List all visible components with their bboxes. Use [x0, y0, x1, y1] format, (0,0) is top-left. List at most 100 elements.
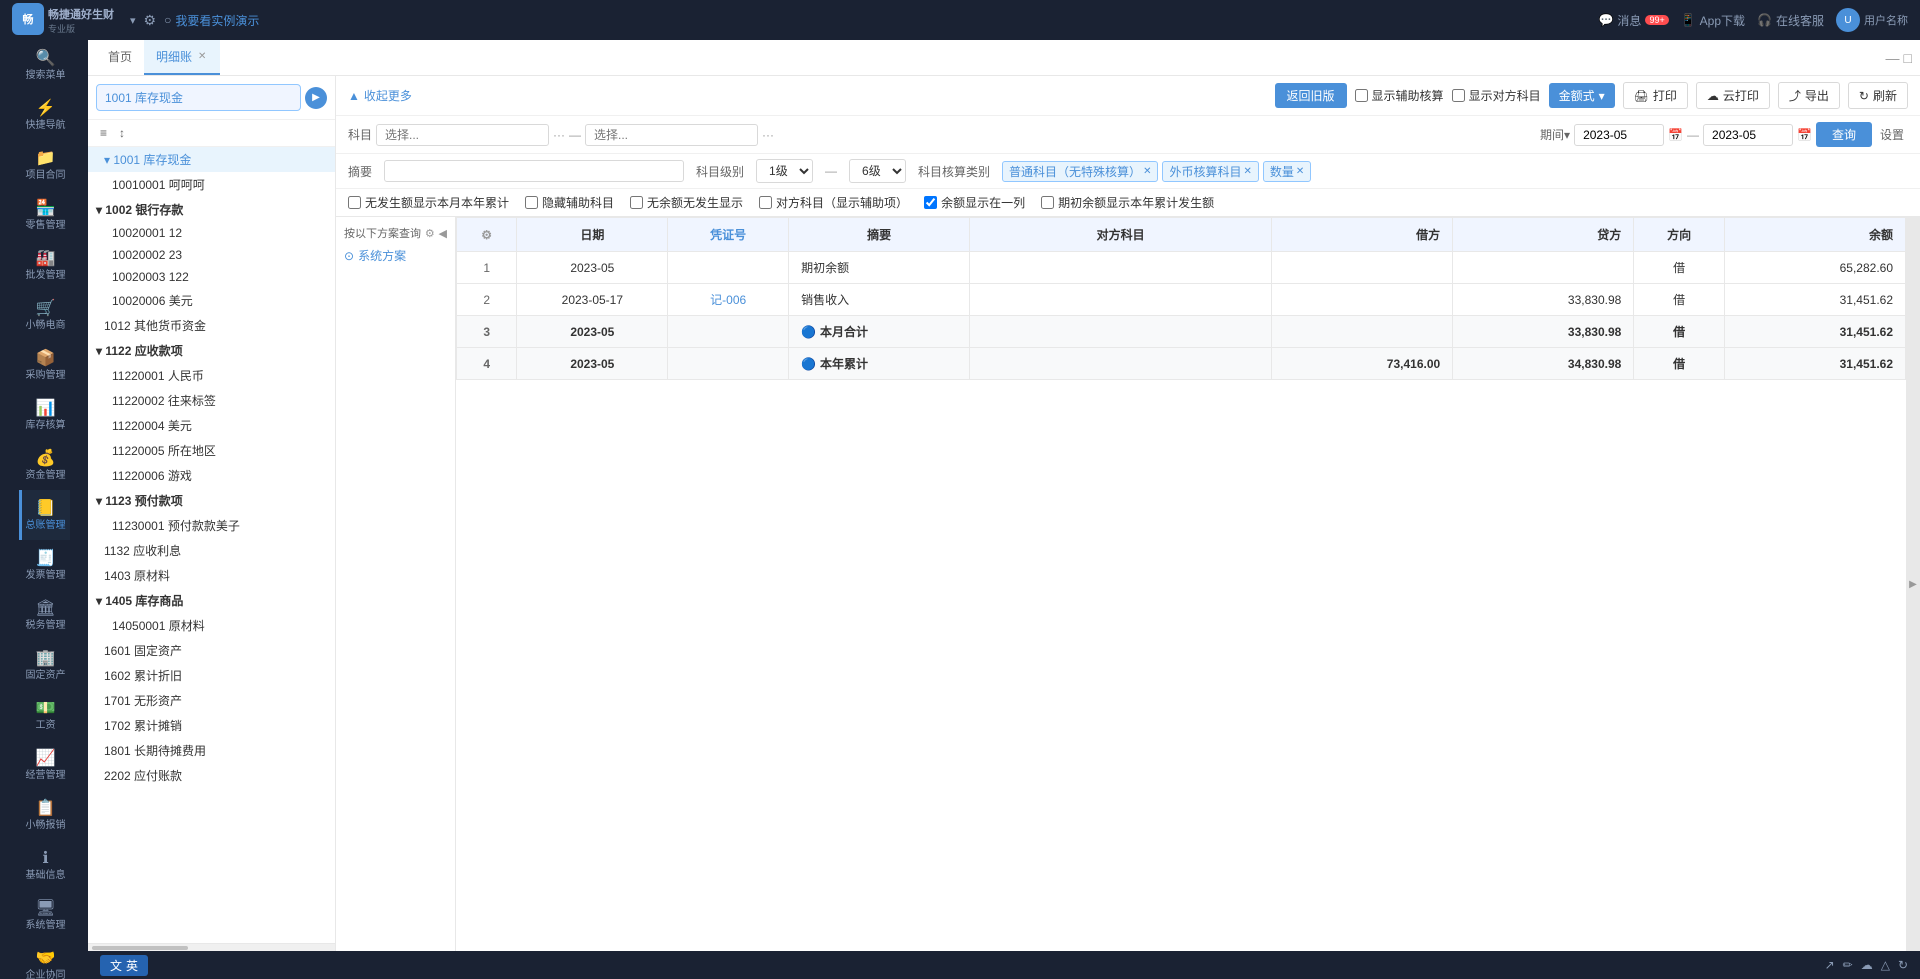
- sidebar-item-assets[interactable]: 🏢 固定资产: [19, 640, 70, 690]
- online-service-btn[interactable]: 🎧 在线客服: [1757, 12, 1824, 29]
- tree-expand-all-btn[interactable]: ≡: [96, 124, 111, 142]
- checkbox-no-amount[interactable]: 无发生额显示本月本年累计: [348, 194, 509, 211]
- show-contra-account-input[interactable]: [1452, 89, 1465, 102]
- app-download-btn[interactable]: 📱 App下载: [1681, 12, 1745, 29]
- account-item-10020006[interactable]: 10020006 美元: [88, 288, 335, 313]
- account-item-11230001[interactable]: 11230001 预付款款美子: [88, 513, 335, 538]
- sidebar-item-basic-info[interactable]: ℹ 基础信息: [19, 840, 70, 890]
- show-aux-account-input[interactable]: [1355, 89, 1368, 102]
- tag-foreign-close[interactable]: ✕: [1243, 166, 1251, 177]
- account-item-10020003[interactable]: 10020003 122: [88, 266, 335, 288]
- checkbox-show-balance-col-input[interactable]: [924, 196, 937, 209]
- status-edit-btn[interactable]: ✏: [1843, 958, 1853, 972]
- status-triangle-btn[interactable]: △: [1881, 958, 1890, 972]
- checkbox-show-period-begin-input[interactable]: [1041, 196, 1054, 209]
- lang-btn[interactable]: 文 英: [100, 955, 148, 976]
- checkbox-show-contra[interactable]: 对方科目（显示辅助项）: [759, 194, 908, 211]
- account-item-1602[interactable]: 1602 累计折旧: [88, 663, 335, 688]
- message-btn[interactable]: 💬 消息 99+: [1598, 12, 1668, 29]
- refresh-btn[interactable]: ↻ 刷新: [1848, 82, 1908, 109]
- account-item-1122[interactable]: ▾ 1122 应收款项: [88, 338, 335, 363]
- query-settings-btn[interactable]: ⚙: [425, 227, 435, 240]
- sidebar-item-tax[interactable]: 🏛 税务管理: [19, 590, 70, 640]
- account-item-1001[interactable]: ▾ 1001 库存现金: [88, 147, 335, 172]
- user-menu[interactable]: U 用户名称: [1836, 8, 1908, 32]
- account-item-1123[interactable]: ▾ 1123 预付款项: [88, 488, 335, 513]
- account-item-1132[interactable]: 1132 应收利息: [88, 538, 335, 563]
- checkbox-hide-aux[interactable]: 隐藏辅助科目: [525, 194, 614, 211]
- company-dropdown[interactable]: ▾: [130, 14, 136, 27]
- header-settings-icon[interactable]: ⚙: [144, 12, 157, 29]
- checkbox-show-period-begin[interactable]: 期初余额显示本年累计发生额: [1041, 194, 1214, 211]
- level-start-select[interactable]: 1级2级3级: [756, 159, 813, 183]
- tab-ledger-close[interactable]: ✕: [196, 49, 208, 64]
- account-item-1601[interactable]: 1601 固定资产: [88, 638, 335, 663]
- account-item-2202[interactable]: 2202 应付账款: [88, 763, 335, 788]
- sidebar-item-operations[interactable]: 📈 经营管理: [19, 740, 70, 790]
- table-settings-icon[interactable]: ⚙: [481, 228, 492, 242]
- right-collapse-btn[interactable]: ▶: [1906, 217, 1920, 951]
- print-btn[interactable]: 🖨 打印: [1623, 82, 1688, 109]
- account-item-11220002[interactable]: 11220002 往来标签: [88, 388, 335, 413]
- checkbox-no-amount-input[interactable]: [348, 196, 361, 209]
- checkbox-no-balance[interactable]: 无余额无发生显示: [630, 194, 743, 211]
- account-item-11220001[interactable]: 11220001 人民币: [88, 363, 335, 388]
- tab-minimize-btn[interactable]: —: [1886, 50, 1900, 66]
- sidebar-item-cooperation[interactable]: 🤝 企业协同: [19, 940, 70, 979]
- status-cloud-btn[interactable]: ☁: [1861, 958, 1873, 972]
- sidebar-item-quick-nav[interactable]: ⚡ 快捷导航: [19, 90, 70, 140]
- tag-normal-close[interactable]: ✕: [1143, 166, 1151, 177]
- sidebar-item-ecommerce[interactable]: 🛒 小畅电商: [19, 290, 70, 340]
- account-item-1702[interactable]: 1702 累计摊销: [88, 713, 335, 738]
- tab-home[interactable]: 首页: [96, 40, 144, 75]
- account-item-1002[interactable]: ▾ 1002 银行存款: [88, 197, 335, 222]
- status-refresh-btn[interactable]: ↻: [1898, 958, 1908, 972]
- query-close-btn[interactable]: ◀: [439, 227, 447, 240]
- tree-scrollbar[interactable]: [88, 943, 335, 951]
- account-item-10020002[interactable]: 10020002 23: [88, 244, 335, 266]
- row-voucher-2[interactable]: 记-006: [668, 284, 789, 316]
- sidebar-item-purchase[interactable]: 📦 采购管理: [19, 340, 70, 390]
- sidebar-item-sales-report[interactable]: 📋 小畅报销: [19, 790, 70, 840]
- system-scheme-option[interactable]: ⊙ 系统方案: [344, 247, 447, 264]
- period-start-input[interactable]: [1574, 124, 1664, 146]
- account-nav-right-btn[interactable]: ▶: [305, 87, 327, 109]
- account-item-1012[interactable]: 1012 其他货币资金: [88, 313, 335, 338]
- tab-ledger[interactable]: 明细账 ✕: [144, 40, 220, 75]
- demo-link[interactable]: ○ 我要看实例演示: [164, 12, 259, 29]
- summary-input[interactable]: [384, 160, 684, 182]
- export-btn[interactable]: ⤴ 导出: [1778, 82, 1840, 109]
- settings-btn[interactable]: 设置: [1876, 122, 1908, 147]
- return-old-btn[interactable]: 返回旧版: [1275, 83, 1347, 108]
- sidebar-item-inventory[interactable]: 📊 库存核算: [19, 390, 70, 440]
- account-item-1405[interactable]: ▾ 1405 库存商品: [88, 588, 335, 613]
- show-contra-account-checkbox[interactable]: 显示对方科目: [1452, 87, 1541, 104]
- account-item-1701[interactable]: 1701 无形资产: [88, 688, 335, 713]
- collapse-more-btn[interactable]: ▲ 收起更多: [348, 87, 412, 104]
- sidebar-item-search[interactable]: 🔍 搜索菜单: [19, 40, 70, 90]
- tab-maximize-btn[interactable]: □: [1904, 50, 1912, 66]
- status-link-btn[interactable]: ↗: [1825, 958, 1835, 972]
- sidebar-item-wholesale[interactable]: 🏭 批发管理: [19, 240, 70, 290]
- subject-start-input[interactable]: [376, 124, 549, 146]
- account-item-11220005[interactable]: 11220005 所在地区: [88, 438, 335, 463]
- account-item-11220004[interactable]: 11220004 美元: [88, 413, 335, 438]
- checkbox-hide-aux-input[interactable]: [525, 196, 538, 209]
- checkbox-show-contra-input[interactable]: [759, 196, 772, 209]
- sidebar-item-finance[interactable]: 💰 资金管理: [19, 440, 70, 490]
- account-item-11220006[interactable]: 11220006 游戏: [88, 463, 335, 488]
- calendar-end-icon[interactable]: 📅: [1797, 128, 1812, 142]
- sidebar-item-system[interactable]: 🖥 系统管理: [19, 890, 70, 940]
- account-item-1801[interactable]: 1801 长期待摊费用: [88, 738, 335, 763]
- checkbox-no-balance-input[interactable]: [630, 196, 643, 209]
- voucher-link-2[interactable]: 记-006: [710, 293, 746, 307]
- sidebar-item-project[interactable]: 📁 项目合同: [19, 140, 70, 190]
- cloud-print-btn[interactable]: ☁ 云打印: [1696, 82, 1770, 109]
- account-item-10010001[interactable]: 10010001 呵呵呵: [88, 172, 335, 197]
- calendar-start-icon[interactable]: 📅: [1668, 128, 1683, 142]
- show-aux-account-checkbox[interactable]: 显示辅助核算: [1355, 87, 1444, 104]
- level-end-select[interactable]: 6级1级2级: [849, 159, 906, 183]
- account-item-14050001[interactable]: 14050001 原材料: [88, 613, 335, 638]
- sidebar-item-accounting[interactable]: 📒 总账管理: [19, 490, 70, 540]
- checkbox-show-balance-col[interactable]: 余额显示在一列: [924, 194, 1025, 211]
